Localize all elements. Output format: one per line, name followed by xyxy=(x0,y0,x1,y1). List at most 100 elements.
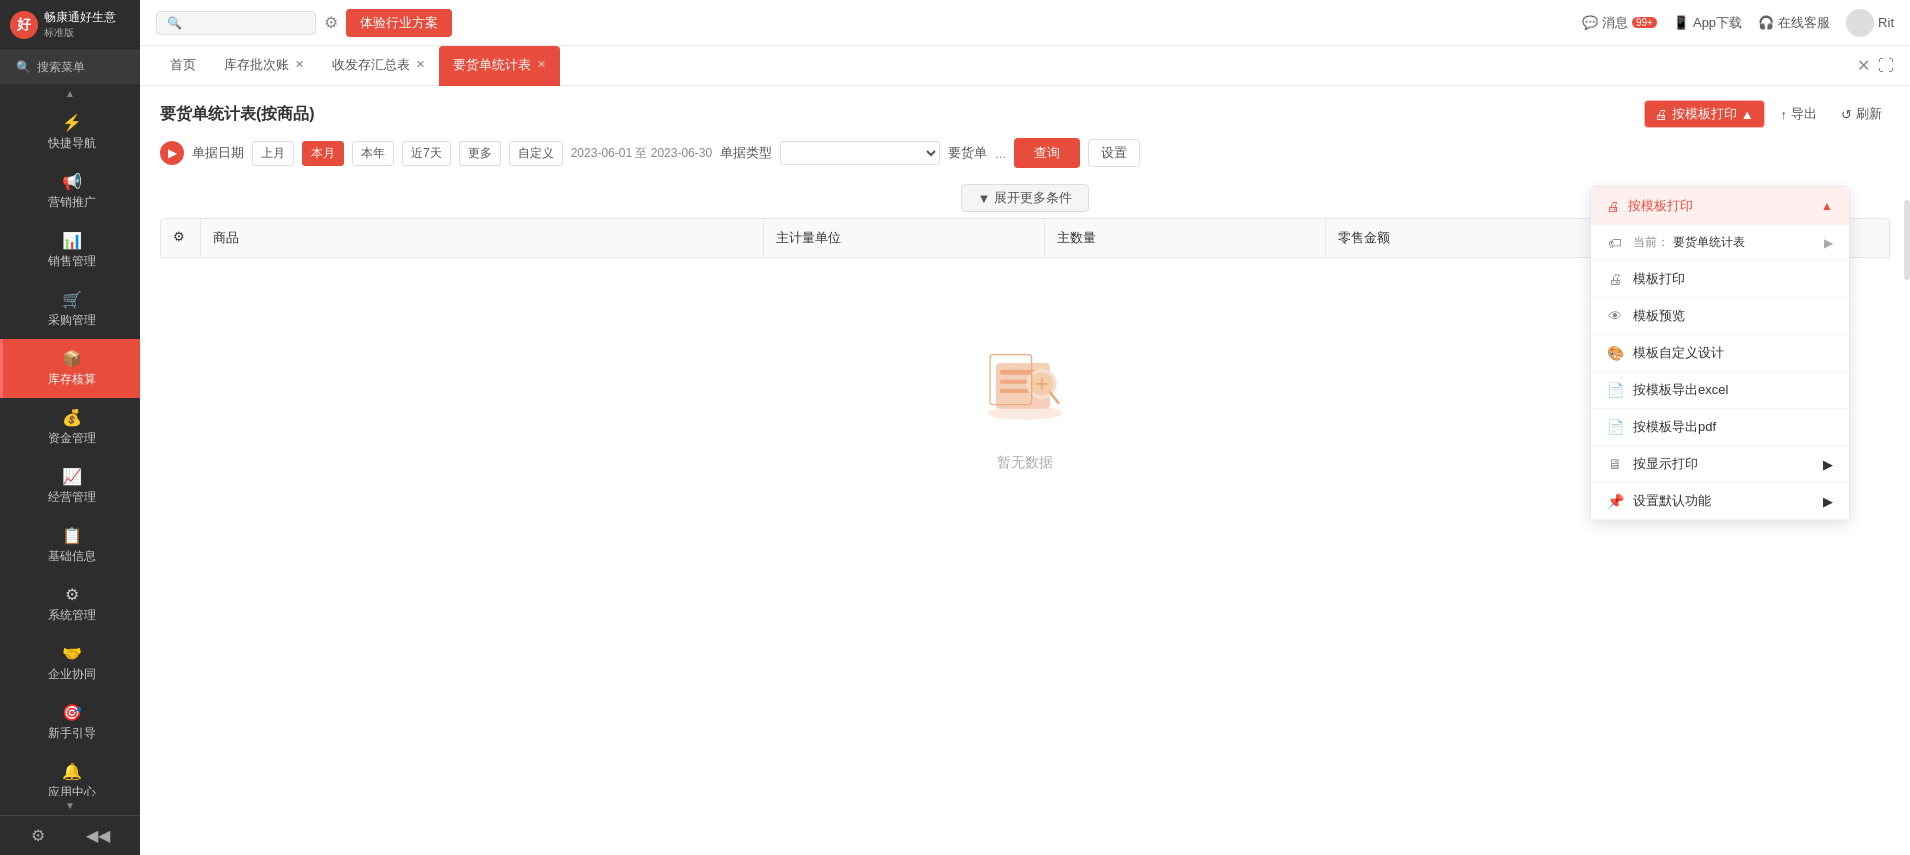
search-label: 搜索菜单 xyxy=(37,59,85,76)
filter-expand-button[interactable]: ▶ xyxy=(160,141,184,165)
sidebar-item-sales[interactable]: 📊 销售管理 xyxy=(0,221,140,280)
app-subtitle: 标准版 xyxy=(44,26,116,40)
table-col-settings[interactable]: ⚙ xyxy=(161,219,201,257)
settings-button[interactable]: 设置 xyxy=(1088,139,1140,167)
date-this-month[interactable]: 本月 xyxy=(302,141,344,166)
sidebar-logo: 好 畅康通好生意 标准版 xyxy=(0,0,140,51)
online-service-item[interactable]: 🎧 在线客服 xyxy=(1758,14,1830,32)
sound-bottom-icon[interactable]: ◀◀ xyxy=(86,826,110,845)
sidebar-item-purchase[interactable]: 🛒 采购管理 xyxy=(0,280,140,339)
export-button[interactable]: ↑ 导出 xyxy=(1773,101,1826,127)
sidebar-item-label: 快捷导航 xyxy=(48,135,96,152)
default-func-label: 设置默认功能 xyxy=(1633,492,1711,510)
template-dropdown: 🖨 按模板打印 ▲ 🏷 当前： 要货单统计表 ▶ 🖨 模板打印 xyxy=(1590,186,1850,521)
printer-icon: 🖨 xyxy=(1655,107,1668,122)
sidebar-item-inventory[interactable]: 📦 库存核算 xyxy=(0,339,140,398)
tab-batch-account-label: 库存批次账 xyxy=(224,56,289,74)
page-header: 要货单统计表(按商品) 🖨 按模板打印 ▲ ↑ 导出 ↺ 刷新 xyxy=(140,86,1910,128)
tab-fullscreen-icon[interactable]: ⛶ xyxy=(1878,57,1894,75)
page-title: 要货单统计表(按商品) xyxy=(160,104,315,125)
dropdown-export-pdf[interactable]: 📄 按模板导出pdf xyxy=(1591,409,1849,446)
app-download-item[interactable]: 📱 App下载 xyxy=(1673,14,1742,32)
sidebar-item-label: 库存核算 xyxy=(48,371,96,388)
scroll-up[interactable]: ▲ xyxy=(0,84,140,103)
sidebar-item-label: 新手引导 xyxy=(48,725,96,742)
tabbar: 首页 库存批次账 ✕ 收发存汇总表 ✕ 要货单统计表 ✕ ✕ ⛶ xyxy=(140,46,1910,86)
sidebar-item-marketing[interactable]: 📢 营销推广 xyxy=(0,162,140,221)
dropdown-display-print[interactable]: 🖥 按显示打印 ▶ xyxy=(1591,446,1849,483)
date-last-7days[interactable]: 近7天 xyxy=(402,141,451,166)
table-col-unit: 主计量单位 xyxy=(764,219,1045,257)
tab-home[interactable]: 首页 xyxy=(156,46,210,86)
date-this-year[interactable]: 本年 xyxy=(352,141,394,166)
query-button[interactable]: 查询 xyxy=(1014,138,1080,168)
tab-order-stats[interactable]: 要货单统计表 ✕ xyxy=(439,46,560,86)
tab-close-all-icon[interactable]: ✕ xyxy=(1857,56,1870,75)
export-label: 导出 xyxy=(1791,105,1817,123)
tab-batch-account-close[interactable]: ✕ xyxy=(295,58,304,71)
topbar-search-bar[interactable]: 🔍 xyxy=(156,11,316,35)
main-content: 🔍 ⚙ 体验行业方案 💬 消息 99+ 📱 App下载 🎧 在线客服 R xyxy=(140,0,1910,855)
dropdown-header[interactable]: 🖨 按模板打印 ▲ xyxy=(1591,187,1849,225)
expand-more-button[interactable]: ▼ 展开更多条件 xyxy=(961,184,1090,212)
dropdown-close-chevron[interactable]: ▲ xyxy=(1821,199,1833,213)
tab-collect-summary[interactable]: 收发存汇总表 ✕ xyxy=(318,46,439,86)
template-print-button[interactable]: 🖨 按模板打印 ▲ xyxy=(1644,100,1765,128)
tab-collect-summary-close[interactable]: ✕ xyxy=(416,58,425,71)
sidebar-item-quick-nav[interactable]: ⚡ 快捷导航 xyxy=(0,103,140,162)
marketing-icon: 📢 xyxy=(62,172,82,191)
sidebar-item-system[interactable]: ⚙ 系统管理 xyxy=(0,575,140,634)
settings-bottom-icon[interactable]: ⚙ xyxy=(31,826,45,845)
trial-button[interactable]: 体验行业方案 xyxy=(346,9,452,37)
dropdown-export-excel[interactable]: 📄 按模板导出excel xyxy=(1591,372,1849,409)
scroll-down[interactable]: ▼ xyxy=(0,796,140,815)
template-design-icon: 🎨 xyxy=(1607,345,1623,361)
type-filter-label: 单据类型 xyxy=(720,144,772,162)
dropdown-template-design[interactable]: 🎨 模板自定义设计 xyxy=(1591,335,1849,372)
tab-order-stats-label: 要货单统计表 xyxy=(453,56,531,74)
default-func-left: 📌 设置默认功能 xyxy=(1607,492,1711,510)
sidebar-item-basic[interactable]: 📋 基础信息 xyxy=(0,516,140,575)
resize-handle[interactable] xyxy=(1904,200,1910,280)
sidebar-item-finance[interactable]: 💰 资金管理 xyxy=(0,398,140,457)
messages-item[interactable]: 💬 消息 99+ xyxy=(1582,14,1657,32)
template-preview-icon: 👁 xyxy=(1607,308,1623,324)
dropdown-template-preview[interactable]: 👁 模板预览 xyxy=(1591,298,1849,335)
dropdown-current-item[interactable]: 🏷 当前： 要货单统计表 ▶ xyxy=(1591,225,1849,261)
topbar: 🔍 ⚙ 体验行业方案 💬 消息 99+ 📱 App下载 🎧 在线客服 R xyxy=(140,0,1910,46)
topbar-right: 💬 消息 99+ 📱 App下载 🎧 在线客服 Rit xyxy=(1582,9,1894,37)
date-last-month[interactable]: 上月 xyxy=(252,141,294,166)
messages-badge: 99+ xyxy=(1632,17,1657,28)
sidebar-item-operation[interactable]: 📈 经营管理 xyxy=(0,457,140,516)
sidebar-item-appstore[interactable]: 🔔 应用中心 xyxy=(0,752,140,796)
date-custom[interactable]: 自定义 xyxy=(509,141,563,166)
filter-ellipsis: ... xyxy=(995,146,1006,161)
dropdown-default-func[interactable]: 📌 设置默认功能 ▶ xyxy=(1591,483,1849,520)
type-filter-select[interactable] xyxy=(780,141,940,165)
logo-icon: 好 xyxy=(10,11,38,39)
filter-row: ▶ 单据日期 上月 本月 本年 近7天 更多 自定义 2023-06-01 至 … xyxy=(160,138,1140,168)
date-more[interactable]: 更多 xyxy=(459,141,501,166)
user-item[interactable]: Rit xyxy=(1846,9,1894,37)
export-icon: ↑ xyxy=(1781,107,1788,122)
phone-icon: 📱 xyxy=(1673,15,1689,30)
chevron-down-icon: ▼ xyxy=(978,191,991,206)
sidebar-item-newbie[interactable]: 🎯 新手引导 xyxy=(0,693,140,752)
sidebar-search[interactable]: 🔍 搜索菜单 xyxy=(0,51,140,84)
topbar-gear-icon[interactable]: ⚙ xyxy=(324,13,338,32)
appstore-icon: 🔔 xyxy=(62,762,82,781)
sidebar-item-label: 资金管理 xyxy=(48,430,96,447)
sidebar-item-label: 应用中心 xyxy=(48,784,96,796)
refresh-button[interactable]: ↺ 刷新 xyxy=(1833,101,1890,127)
tab-batch-account[interactable]: 库存批次账 ✕ xyxy=(210,46,318,86)
current-tag-icon: 🏷 xyxy=(1607,235,1623,251)
topbar-search-icon: 🔍 xyxy=(167,16,182,30)
export-pdf-icon: 📄 xyxy=(1607,419,1623,435)
message-icon: 💬 xyxy=(1582,15,1598,30)
empty-text: 暂无数据 xyxy=(997,454,1053,472)
tab-order-stats-close[interactable]: ✕ xyxy=(537,58,546,71)
dropdown-printer-icon: 🖨 xyxy=(1607,199,1620,214)
sidebar-item-collab[interactable]: 🤝 企业协同 xyxy=(0,634,140,693)
app-download-label: App下载 xyxy=(1693,14,1742,32)
dropdown-template-print[interactable]: 🖨 模板打印 xyxy=(1591,261,1849,298)
